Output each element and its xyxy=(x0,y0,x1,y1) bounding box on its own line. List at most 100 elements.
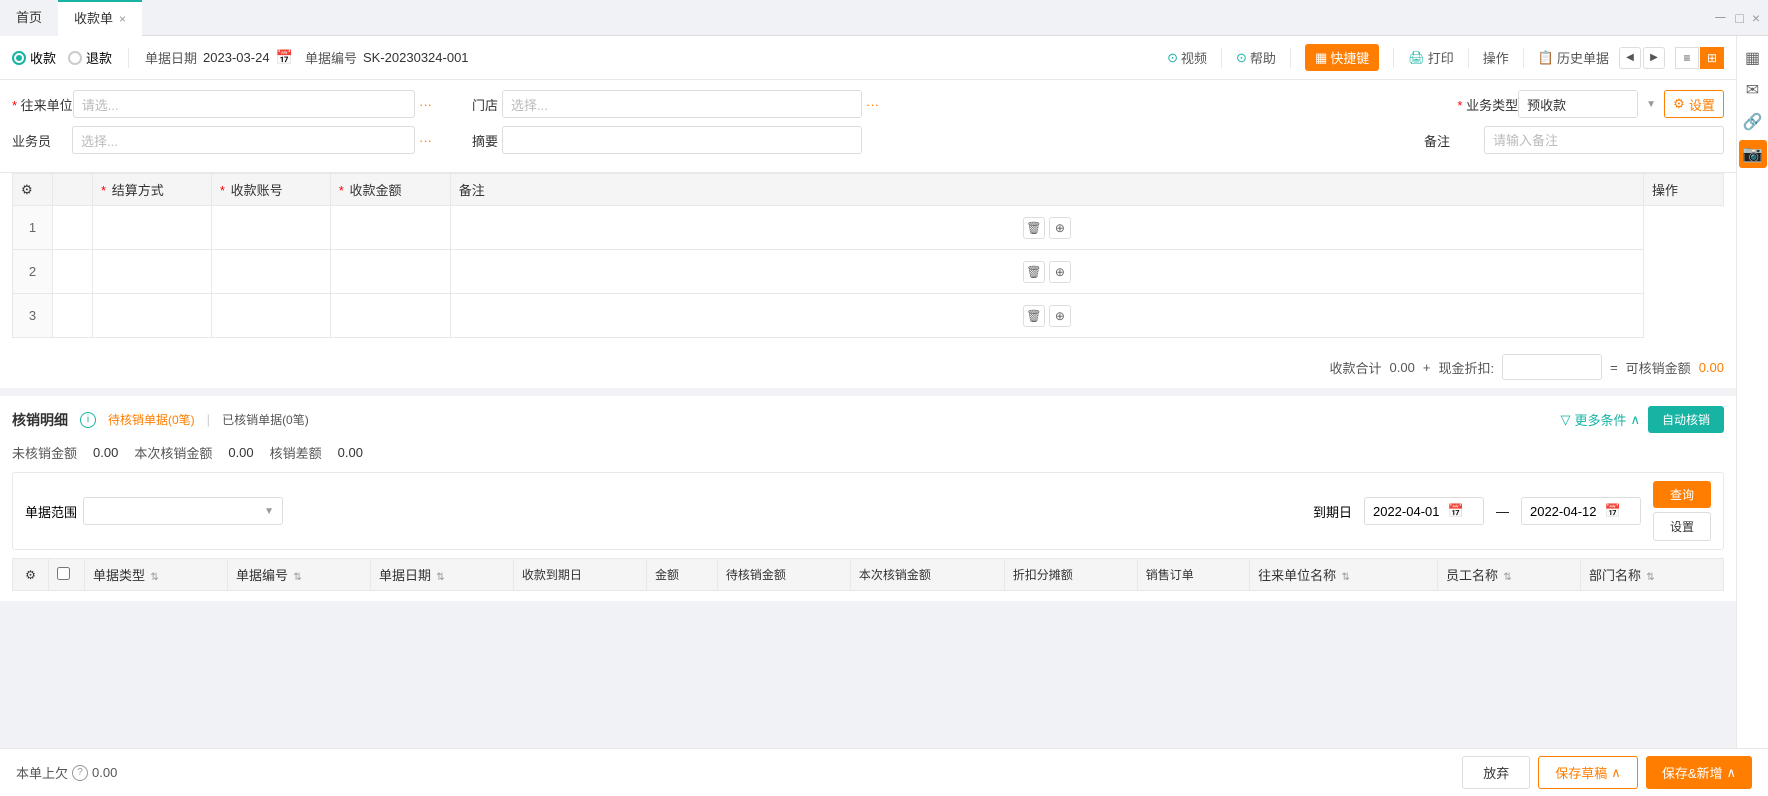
store-field: 门店 选择... ··· xyxy=(472,90,1417,118)
abandon-btn[interactable]: 放弃 xyxy=(1462,756,1530,789)
date-from-input[interactable]: 2022-04-01 📅 xyxy=(1364,497,1484,525)
check-all[interactable] xyxy=(57,567,70,580)
th-dept-name: 部门名称 ⇅ xyxy=(1580,559,1723,591)
th-account: 收款账号 xyxy=(211,174,330,206)
equals-sign: = xyxy=(1610,360,1618,375)
window-close-btn[interactable]: × xyxy=(1752,10,1760,26)
table-row: 3 🗑 ⊕ xyxy=(13,294,1724,338)
row-3-delete-btn[interactable]: 🗑 xyxy=(1023,305,1045,327)
row-3-amount[interactable] xyxy=(211,294,330,338)
note-input[interactable] xyxy=(1484,126,1724,154)
date-to-input[interactable]: 2022-04-12 📅 xyxy=(1521,497,1641,525)
row-2-amount[interactable] xyxy=(211,250,330,294)
window-maximize-btn[interactable]: □ xyxy=(1735,10,1743,26)
row-2-copy-btn[interactable]: ⊕ xyxy=(1049,261,1071,283)
sort-partner[interactable]: ⇅ xyxy=(1341,572,1349,583)
tab-close-icon[interactable]: × xyxy=(119,1,126,37)
toolbar-right: ⊙ 视频 ⊙ 帮助 ▦ 快捷键 🖨 打印 操作 xyxy=(1167,44,1724,71)
shortcut-btn[interactable]: ▦ 快捷键 xyxy=(1305,44,1379,71)
staff-input[interactable]: 选择... xyxy=(72,126,415,154)
set-btn[interactable]: 设置 xyxy=(1653,512,1711,541)
range-label: 单据范围 xyxy=(25,502,77,521)
calendar-from-icon[interactable]: 📅 xyxy=(1447,503,1463,519)
sort-doc-num[interactable]: ⇅ xyxy=(293,572,301,583)
sidebar-camera-icon[interactable]: 📷 xyxy=(1739,140,1767,168)
row-3-note[interactable] xyxy=(330,294,450,338)
grid-view-btn[interactable]: ⊞ xyxy=(1700,47,1724,69)
hexiao-section: 核销明细 i 待核销单据(0笔) | 已核销单据(0笔) ▽ 更多条件 ∧ 自动… xyxy=(0,396,1736,601)
row-2-settle[interactable] xyxy=(53,250,93,294)
row-2-account[interactable] xyxy=(93,250,212,294)
sort-doc-type[interactable]: ⇅ xyxy=(150,572,158,583)
biz-type-input[interactable]: 预收款 xyxy=(1518,90,1638,118)
footer-info: 本单上欠 ? 0.00 xyxy=(16,763,117,782)
biz-type-arrow[interactable]: ▼ xyxy=(1646,99,1656,110)
store-more-btn[interactable]: ··· xyxy=(866,97,879,112)
row-2-note[interactable] xyxy=(330,250,450,294)
range-select[interactable]: ▼ xyxy=(83,497,283,525)
print-btn[interactable]: 🖨 打印 xyxy=(1408,48,1454,67)
row-3-account[interactable] xyxy=(93,294,212,338)
row-2-delete-btn[interactable]: 🗑 xyxy=(1023,261,1045,283)
sort-dept[interactable]: ⇅ xyxy=(1646,572,1654,583)
row-1-note[interactable] xyxy=(330,206,450,250)
sidebar-link-icon[interactable]: 🔗 xyxy=(1739,108,1767,136)
more-conditions-btn[interactable]: ▽ 更多条件 ∧ xyxy=(1560,410,1640,429)
th-gear-bottom[interactable]: ⚙ xyxy=(13,559,49,591)
row-1-delete-btn[interactable]: 🗑 xyxy=(1023,217,1045,239)
list-view-btn[interactable]: ≡ xyxy=(1675,47,1699,69)
calendar-icon[interactable]: 📅 xyxy=(276,49,293,66)
row-3-num: 3 xyxy=(13,294,53,338)
row-3-settle[interactable] xyxy=(53,294,93,338)
settings-icon: ⚙ xyxy=(1673,96,1685,112)
tab-home[interactable]: 首页 xyxy=(0,0,58,36)
save-draft-arrow[interactable]: ∧ xyxy=(1611,765,1621,781)
partner-more-btn[interactable]: ··· xyxy=(419,97,432,112)
pending-tab[interactable]: 待核销单据(0笔) xyxy=(108,411,195,428)
store-input[interactable]: 选择... xyxy=(502,90,862,118)
auto-btn[interactable]: 自动核销 xyxy=(1648,406,1724,433)
video-btn[interactable]: ⊙ 视频 xyxy=(1167,48,1207,67)
date-field: 单据日期 2023-03-24 📅 xyxy=(145,48,293,67)
sort-doc-date[interactable]: ⇅ xyxy=(436,572,444,583)
nav-prev[interactable]: ◀ xyxy=(1619,47,1641,69)
number-field: 单据编号 SK-20230324-001 xyxy=(305,48,469,67)
row-1-amount[interactable] xyxy=(211,206,330,250)
row-3-copy-btn[interactable]: ⊕ xyxy=(1049,305,1071,327)
done-tab[interactable]: 已核销单据(0笔) xyxy=(222,411,309,428)
th-doc-date: 单据日期 ⇅ xyxy=(370,559,513,591)
row-1-account[interactable] xyxy=(93,206,212,250)
total-label: 收款合计 xyxy=(1330,358,1382,377)
table-row: 1 🗑 ⊕ xyxy=(13,206,1724,250)
sidebar-email-icon[interactable]: ✉ xyxy=(1739,76,1767,104)
calendar-to-icon[interactable]: 📅 xyxy=(1604,503,1620,519)
staff-more-btn[interactable]: ··· xyxy=(419,133,432,148)
hexiao-info-icon[interactable]: i xyxy=(80,412,96,428)
video-icon: ⊙ xyxy=(1167,50,1178,66)
nav-next[interactable]: ▶ xyxy=(1643,47,1665,69)
query-btn[interactable]: 查询 xyxy=(1653,481,1711,508)
window-minimize-btn[interactable]: － xyxy=(1713,8,1727,28)
row-1-copy-btn[interactable]: ⊕ xyxy=(1049,217,1071,239)
operate-btn[interactable]: 操作 xyxy=(1483,48,1509,67)
sort-staff[interactable]: ⇅ xyxy=(1503,572,1511,583)
chevron-up-icon: ∧ xyxy=(1630,412,1640,428)
save-draft-btn[interactable]: 保存草稿 ∧ xyxy=(1538,756,1638,789)
help-btn[interactable]: ⊙ 帮助 xyxy=(1236,48,1276,67)
hexiao-header: 核销明细 i 待核销单据(0笔) | 已核销单据(0笔) ▽ 更多条件 ∧ 自动… xyxy=(12,406,1724,433)
row-1-settle[interactable] xyxy=(53,206,93,250)
partner-input[interactable]: 请选... xyxy=(73,90,415,118)
settings-btn[interactable]: ⚙ 设置 xyxy=(1664,90,1724,118)
th-gear[interactable]: ⚙ xyxy=(13,174,53,206)
discount-input[interactable] xyxy=(1502,354,1602,380)
radio-shoukuan[interactable]: 收款 xyxy=(12,48,56,67)
sidebar-table-icon[interactable]: ▦ xyxy=(1739,44,1767,72)
radio-tuikuan[interactable]: 退款 xyxy=(68,48,112,67)
tab-current[interactable]: 收款单 × xyxy=(58,0,142,36)
save-new-btn[interactable]: 保存&新增 ∧ xyxy=(1646,756,1752,789)
summary-input[interactable] xyxy=(502,126,862,154)
save-new-arrow[interactable]: ∧ xyxy=(1726,765,1736,781)
footer-info-icon[interactable]: ? xyxy=(72,765,88,781)
partner-field: 往来单位 请选... ··· xyxy=(12,90,432,118)
history-btn[interactable]: 📋 历史单据 xyxy=(1538,48,1609,67)
